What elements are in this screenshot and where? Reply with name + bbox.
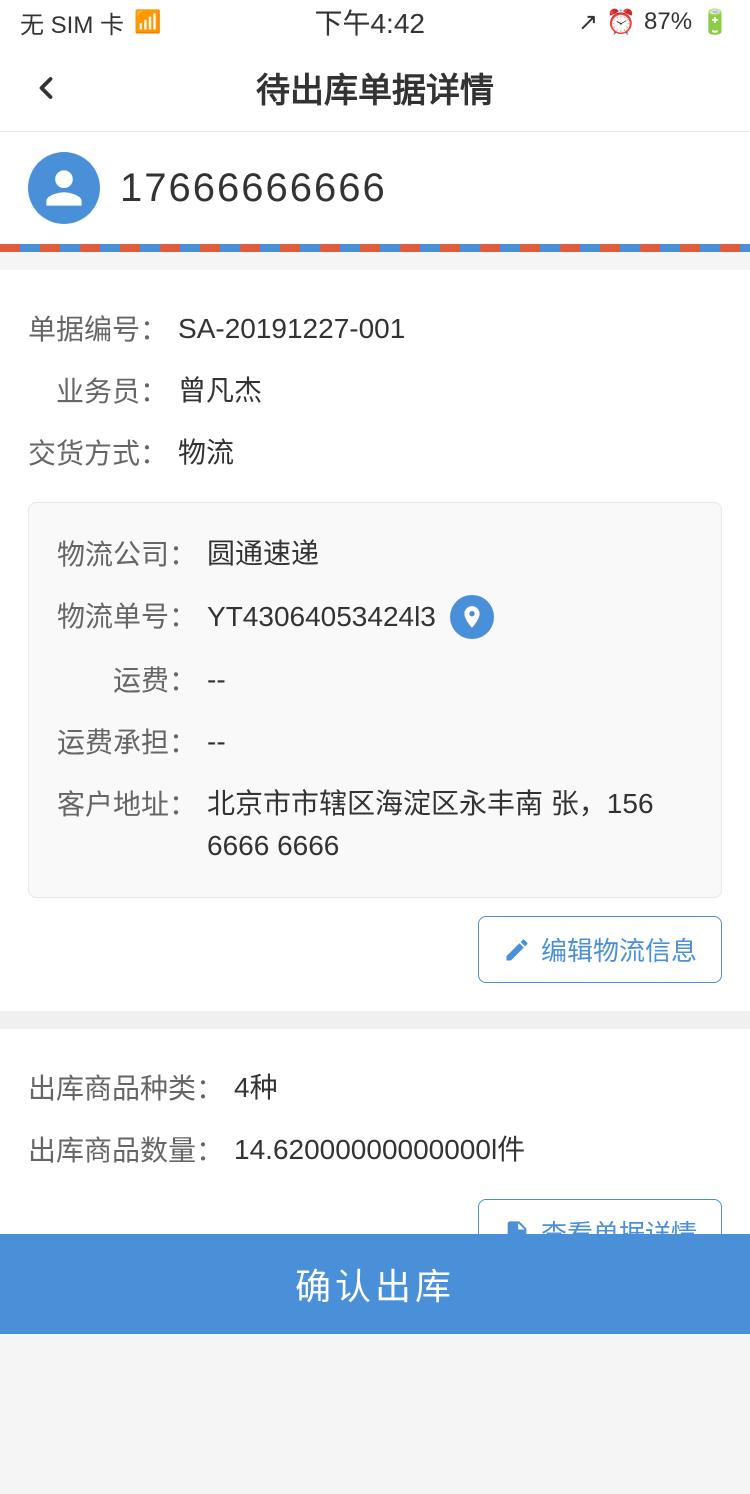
address-row: 客户地址： 北京市市辖区海淀区永丰南 张，156 6666 6666 [29, 773, 721, 877]
status-left: 无 SIM 卡 📶 [20, 5, 161, 40]
freight-bearer-row: 运费承担： -- [29, 711, 721, 773]
section-divider [0, 1011, 750, 1029]
map-pin-icon [459, 604, 485, 630]
freight-row: 运费： -- [29, 649, 721, 711]
map-pin-button[interactable] [450, 595, 494, 639]
logistics-company-value: 圆通速递 [207, 533, 693, 575]
logistics-company-row: 物流公司： 圆通速递 [29, 523, 721, 585]
sales-person-label: 业务员： [28, 370, 178, 410]
tracking-number-value-row: YT43064053424l3 [207, 595, 494, 639]
goods-quantity-row: 出库商品数量： 14.62000000000000l件 [0, 1119, 750, 1181]
page-title: 待出库单据详情 [256, 63, 494, 112]
freight-bearer-value: -- [207, 721, 693, 763]
goods-quantity-value: 14.62000000000000l件 [234, 1129, 722, 1171]
sales-person-value: 曾凡杰 [178, 370, 722, 412]
customer-header: 17666666666 [0, 132, 750, 244]
alarm-icon: ⏰ [606, 8, 636, 37]
confirm-button-bar[interactable]: 确认出库 [0, 1234, 750, 1334]
freight-value: -- [207, 659, 693, 701]
customer-phone: 17666666666 [120, 166, 387, 211]
goods-quantity-label: 出库商品数量： [28, 1129, 234, 1169]
status-bar: 无 SIM 卡 📶 下午4:42 ↗ ⏰ 87% 🔋 [0, 0, 750, 44]
tracking-number-row: 物流单号： YT43064053424l3 [29, 585, 721, 649]
battery-percent: 87% [644, 8, 692, 36]
freight-label: 运费： [57, 659, 207, 699]
edit-icon [503, 936, 531, 964]
avatar-icon [42, 166, 86, 210]
status-right: ↗ ⏰ 87% 🔋 [578, 8, 730, 37]
dashed-border [0, 244, 750, 252]
confirm-button-label: 确认出库 [295, 1258, 455, 1310]
back-button[interactable] [28, 70, 64, 106]
tracking-number-value: YT43064053424l3 [207, 596, 436, 638]
delivery-method-label: 交货方式： [28, 432, 178, 472]
status-time: 下午4:42 [314, 2, 425, 42]
battery-icon: 🔋 [700, 8, 730, 37]
freight-bearer-label: 运费承担： [57, 721, 207, 761]
edit-logistics-button[interactable]: 编辑物流信息 [478, 916, 722, 983]
order-info-section: 单据编号： SA-20191227-001 业务员： 曾凡杰 交货方式： 物流 … [0, 270, 750, 1011]
delivery-method-row: 交货方式： 物流 [0, 422, 750, 484]
order-number-row: 单据编号： SA-20191227-001 [0, 298, 750, 360]
customer-avatar [28, 152, 100, 224]
nav-bar: 待出库单据详情 [0, 44, 750, 132]
edit-btn-row: 编辑物流信息 [0, 898, 750, 983]
edit-logistics-label: 编辑物流信息 [541, 931, 697, 968]
delivery-method-value: 物流 [178, 432, 722, 474]
logistics-card: 物流公司： 圆通速递 物流单号： YT43064053424l3 运费： -- … [28, 502, 722, 898]
sales-person-row: 业务员： 曾凡杰 [0, 360, 750, 422]
tracking-number-label: 物流单号： [57, 595, 207, 635]
order-number-value: SA-20191227-001 [178, 308, 722, 350]
location-icon: ↗ [578, 8, 598, 37]
order-number-label: 单据编号： [28, 308, 178, 348]
wifi-icon: 📶 [134, 9, 161, 35]
address-value: 北京市市辖区海淀区永丰南 张，156 6666 6666 [207, 783, 693, 867]
goods-types-row: 出库商品种类： 4种 [0, 1057, 750, 1119]
goods-types-label: 出库商品种类： [28, 1067, 234, 1107]
goods-types-value: 4种 [234, 1067, 722, 1109]
address-label: 客户地址： [57, 783, 207, 823]
logistics-company-label: 物流公司： [57, 533, 207, 573]
carrier-text: 无 SIM 卡 [20, 5, 124, 40]
